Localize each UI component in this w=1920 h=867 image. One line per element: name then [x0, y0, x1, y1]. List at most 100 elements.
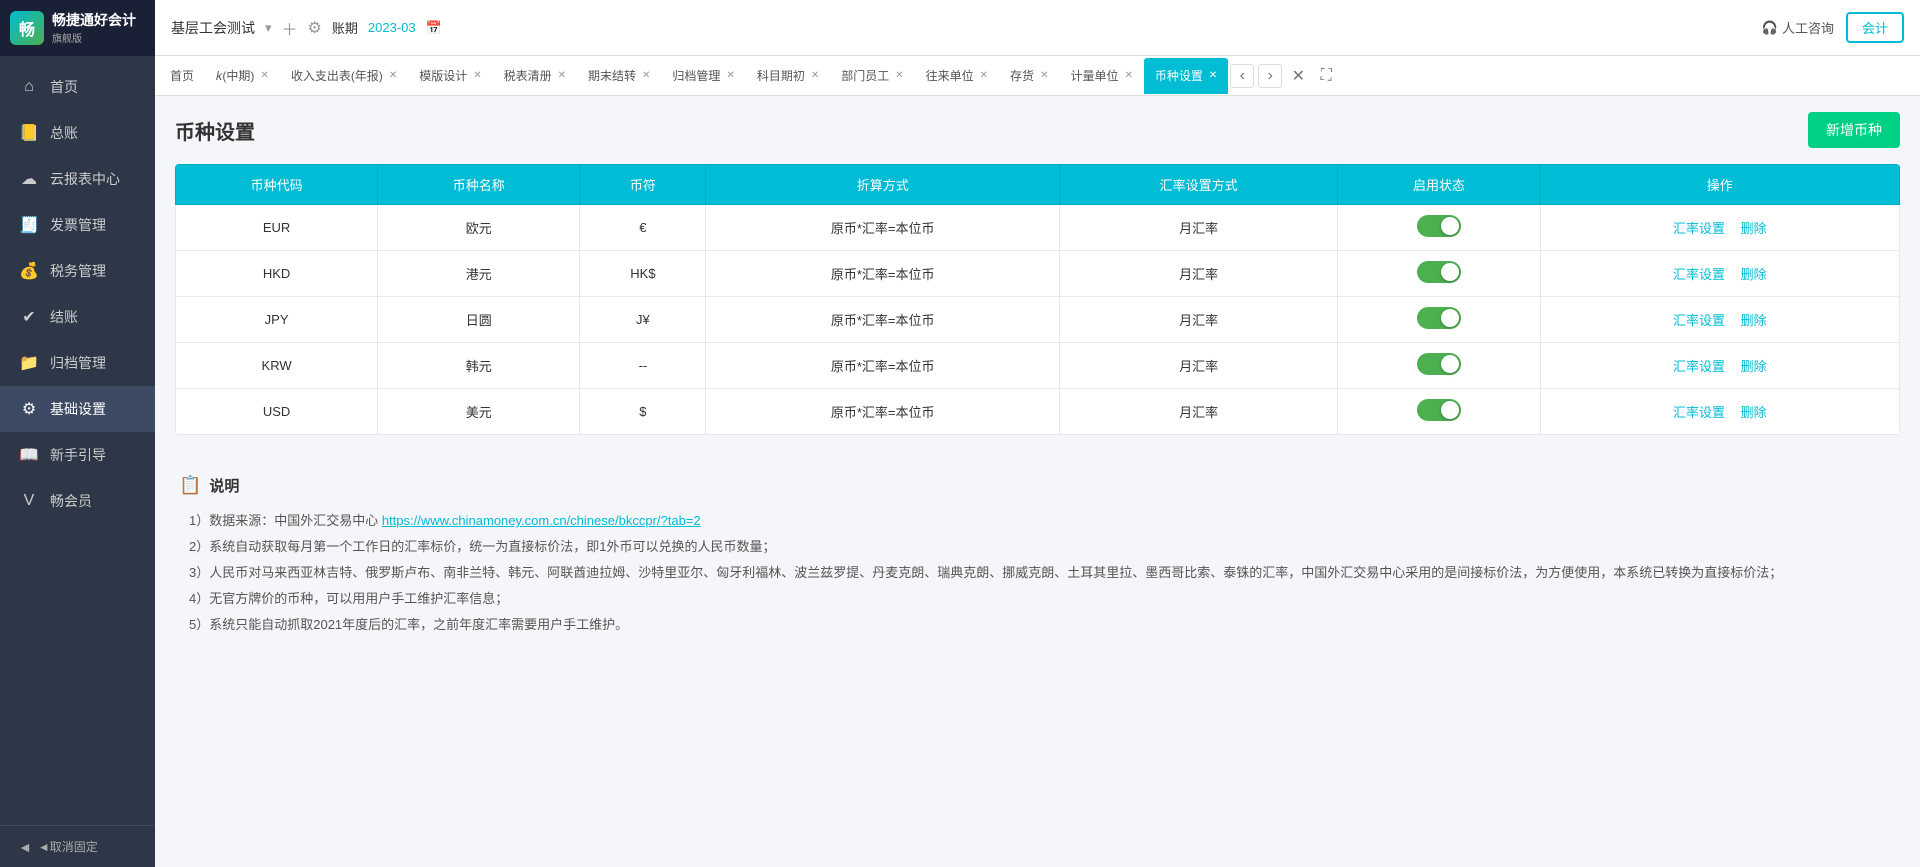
user-button[interactable]: 会计	[1846, 12, 1904, 43]
sidebar-item-tax[interactable]: 💰 税务管理	[0, 248, 155, 294]
cell-symbol: $	[580, 389, 706, 435]
cell-conversion: 原币*汇率=本位币	[706, 389, 1060, 435]
toggle-enabled[interactable]	[1417, 353, 1461, 375]
tab-income[interactable]: 收入支出表(年报) ✕	[280, 58, 408, 94]
delete-link[interactable]: 删除	[1741, 221, 1767, 236]
delete-link[interactable]: 删除	[1741, 405, 1767, 420]
tab-close-icon[interactable]: ✕	[811, 70, 819, 81]
table-row: KRW 韩元 -- 原币*汇率=本位币 月汇率 汇率设置 删除	[176, 343, 1900, 389]
tab-period-end[interactable]: 期末结转 ✕	[577, 58, 661, 94]
tab-close-icon[interactable]: ✕	[260, 70, 268, 81]
archive-icon: 📁	[18, 352, 40, 374]
add-company-icon[interactable]: ＋	[282, 16, 298, 40]
sidebar-item-invoice[interactable]: 🧾 发票管理	[0, 202, 155, 248]
tab-subject-init[interactable]: 科目期初 ✕	[746, 58, 830, 94]
delete-link[interactable]: 删除	[1741, 359, 1767, 374]
sidebar-item-settings[interactable]: ⚙ 基础设置	[0, 386, 155, 432]
cell-conversion: 原币*汇率=本位币	[706, 251, 1060, 297]
sidebar-item-reports[interactable]: ☁ 云报表中心	[0, 156, 155, 202]
toggle-enabled[interactable]	[1417, 399, 1461, 421]
tab-close-icon[interactable]: ✕	[473, 70, 481, 81]
tab-close-all-button[interactable]: ✕	[1286, 64, 1310, 88]
tab-template[interactable]: 模版设计 ✕	[408, 58, 492, 94]
tab-close-icon[interactable]: ✕	[1124, 70, 1132, 81]
cell-actions: 汇率设置 删除	[1540, 343, 1899, 389]
tab-close-icon[interactable]: ✕	[1209, 70, 1217, 81]
col-name: 币种名称	[378, 165, 580, 205]
delete-link[interactable]: 删除	[1741, 313, 1767, 328]
rate-settings-link[interactable]: 汇率设置	[1673, 313, 1725, 328]
tab-inventory[interactable]: 存货 ✕	[999, 58, 1059, 94]
tab-label: 存货	[1010, 67, 1034, 84]
sidebar-item-label: 基础设置	[50, 399, 106, 419]
table-row: HKD 港元 HK$ 原币*汇率=本位币 月汇率 汇率设置 删除	[176, 251, 1900, 297]
note-link[interactable]: https://www.chinamoney.com.cn/chinese/bk…	[382, 513, 701, 528]
calendar-icon[interactable]: 📅	[426, 20, 442, 36]
toggle-enabled[interactable]	[1417, 261, 1461, 283]
sidebar-item-home[interactable]: ⌂ 首页	[0, 64, 155, 110]
sidebar-collapse-btn[interactable]: ◄ ◄取消固定	[0, 825, 155, 867]
tab-close-icon[interactable]: ✕	[980, 70, 988, 81]
consult-label: 人工咨询	[1782, 18, 1834, 37]
app-subtitle: 旗舰版	[52, 30, 136, 45]
toggle-knob	[1441, 401, 1459, 419]
tab-close-icon[interactable]: ✕	[558, 70, 566, 81]
invoice-icon: 🧾	[18, 214, 40, 236]
tab-close-icon[interactable]: ✕	[1040, 70, 1048, 81]
sidebar-item-guide[interactable]: 📖 新手引导	[0, 432, 155, 478]
toggle-enabled[interactable]	[1417, 215, 1461, 237]
dropdown-icon[interactable]: ▾	[265, 20, 272, 36]
guide-icon: 📖	[18, 444, 40, 466]
sidebar-item-vip[interactable]: V 畅会员	[0, 478, 155, 524]
consult-button[interactable]: 🎧 人工咨询	[1762, 18, 1834, 37]
tab-unit[interactable]: 计量单位 ✕	[1059, 58, 1143, 94]
tab-balance[interactable]: 𝑘(中期) ✕	[205, 58, 280, 94]
toggle-enabled[interactable]	[1417, 307, 1461, 329]
tab-label: 期末结转	[588, 67, 636, 84]
tab-label: 科目期初	[757, 67, 805, 84]
tab-currency[interactable]: 币种设置 ✕	[1144, 58, 1228, 94]
tab-prev-button[interactable]: ‹	[1230, 64, 1254, 88]
tab-label: 部门员工	[841, 67, 889, 84]
new-currency-button[interactable]: 新增币种	[1808, 112, 1900, 148]
tab-label: 首页	[170, 67, 194, 84]
rate-settings-link[interactable]: 汇率设置	[1673, 221, 1725, 236]
col-status: 启用状态	[1338, 165, 1540, 205]
tab-maximize-button[interactable]: ⛶	[1314, 64, 1338, 88]
sidebar-item-archive[interactable]: 📁 归档管理	[0, 340, 155, 386]
tab-next-button[interactable]: ›	[1258, 64, 1282, 88]
tab-taxbook[interactable]: 税表清册 ✕	[493, 58, 577, 94]
col-code: 币种代码	[176, 165, 378, 205]
company-name: 基层工会测试	[171, 18, 255, 38]
company-settings-icon[interactable]: ⚙	[308, 18, 322, 38]
cell-rate-type: 月汇率	[1059, 205, 1337, 251]
cell-name: 欧元	[378, 205, 580, 251]
cell-rate-type: 月汇率	[1059, 297, 1337, 343]
tab-close-icon[interactable]: ✕	[726, 70, 734, 81]
main-wrapper: 基层工会测试 ▾ ＋ ⚙ 账期 2023-03 📅 🎧 人工咨询 会计 首页 𝑘…	[155, 0, 1920, 867]
rate-settings-link[interactable]: 汇率设置	[1673, 267, 1725, 282]
delete-link[interactable]: 删除	[1741, 267, 1767, 282]
sidebar-item-label: 总账	[50, 123, 78, 143]
toggle-knob	[1441, 309, 1459, 327]
rate-settings-link[interactable]: 汇率设置	[1673, 405, 1725, 420]
topbar: 基层工会测试 ▾ ＋ ⚙ 账期 2023-03 📅 🎧 人工咨询 会计	[155, 0, 1920, 56]
cell-symbol: HK$	[580, 251, 706, 297]
home-icon: ⌂	[18, 76, 40, 98]
tab-dept-staff[interactable]: 部门员工 ✕	[830, 58, 914, 94]
period-value: 2023-03	[368, 20, 416, 35]
tab-close-icon[interactable]: ✕	[642, 70, 650, 81]
sidebar-item-checkout[interactable]: ✔ 结账	[0, 294, 155, 340]
tab-contacts[interactable]: 往来单位 ✕	[915, 58, 999, 94]
app-name: 畅捷通好会计	[52, 11, 136, 29]
rate-settings-link[interactable]: 汇率设置	[1673, 359, 1725, 374]
tab-home[interactable]: 首页	[159, 58, 205, 94]
tab-close-icon[interactable]: ✕	[389, 70, 397, 81]
tab-archive-mgmt[interactable]: 归档管理 ✕	[661, 58, 745, 94]
tab-close-icon[interactable]: ✕	[895, 70, 903, 81]
sidebar-item-label: 云报表中心	[50, 169, 120, 189]
sidebar-item-ledger[interactable]: 📒 总账	[0, 110, 155, 156]
tab-label: 币种设置	[1155, 67, 1203, 84]
cell-name: 韩元	[378, 343, 580, 389]
cell-actions: 汇率设置 删除	[1540, 389, 1899, 435]
